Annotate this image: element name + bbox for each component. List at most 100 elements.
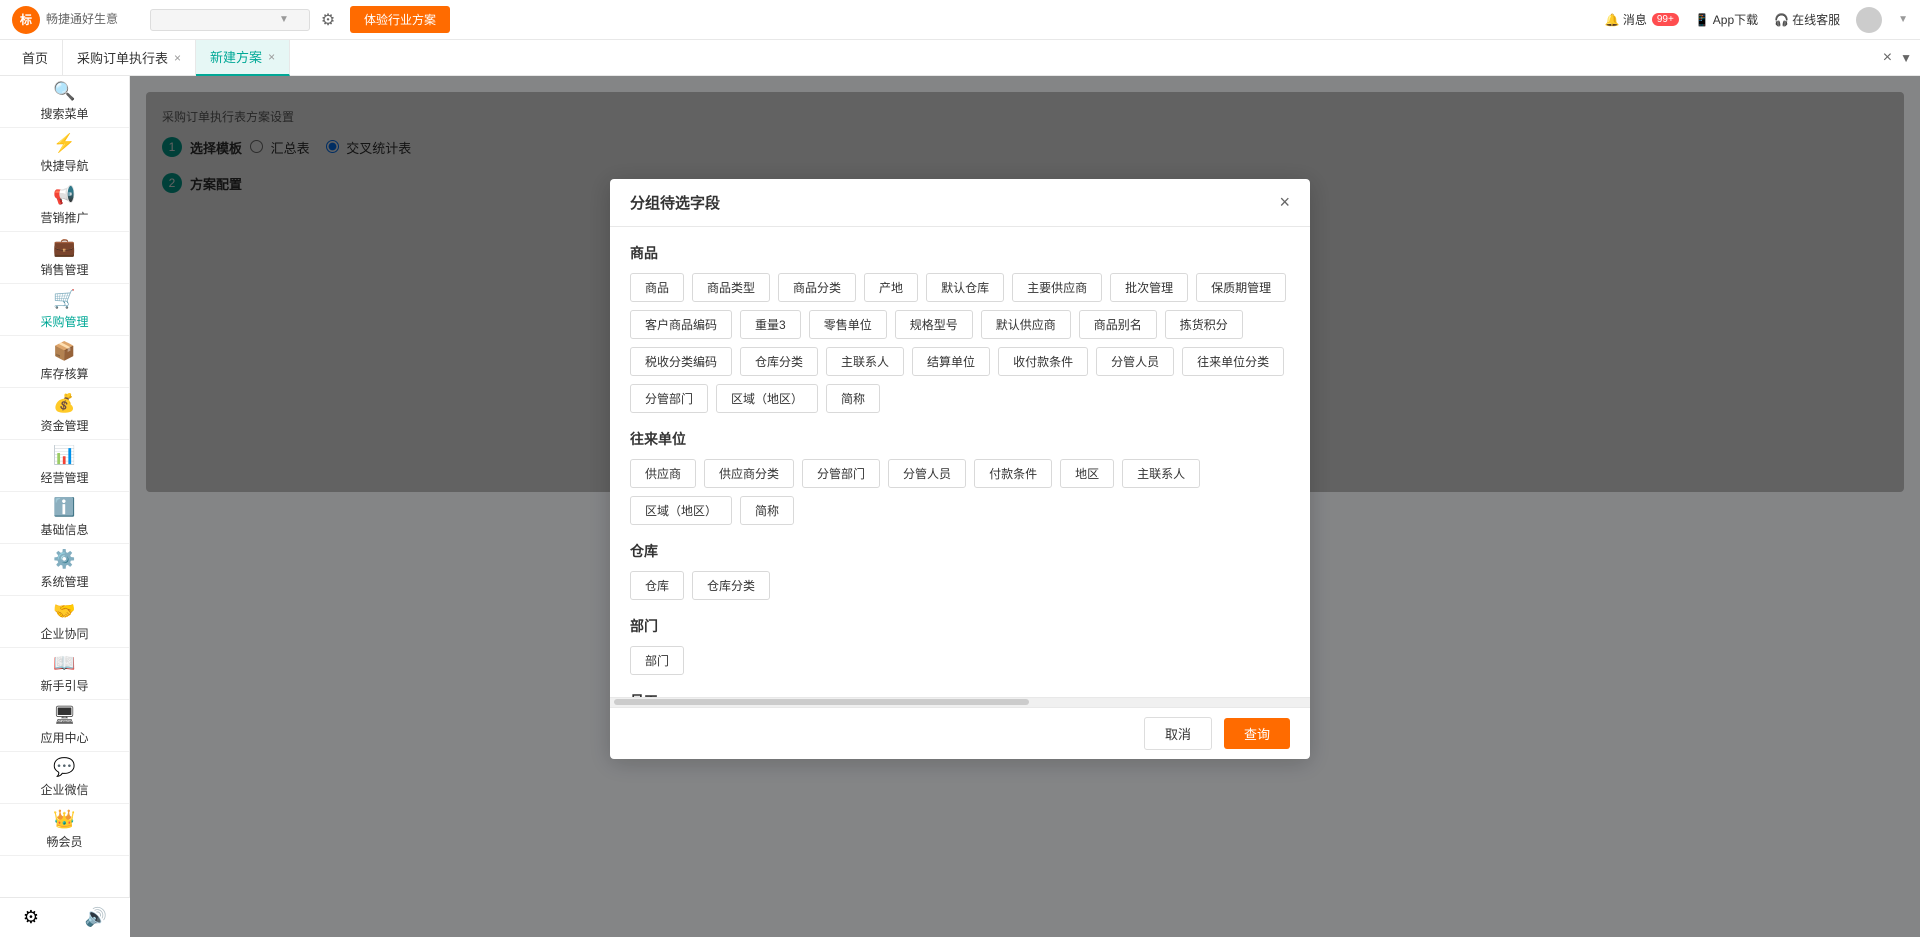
sidebar-item-finance-label: 资金管理: [40, 417, 88, 434]
tab-new-plan[interactable]: 新建方案 ×: [196, 40, 290, 76]
sidebar-item-wechat[interactable]: 💬 企业微信: [0, 752, 129, 804]
online-service-item[interactable]: 🎧 在线客服: [1774, 11, 1840, 28]
gear-icon: ⚙: [321, 10, 335, 30]
header-search-box[interactable]: ▼: [150, 9, 310, 31]
field-tag[interactable]: 拣货积分: [1165, 310, 1243, 339]
section-product-grid: 商品 商品类型 商品分类 产地 默认仓库 主要供应商 批次管理 保质期管理 客户…: [630, 273, 1290, 413]
field-tag[interactable]: 主联系人: [826, 347, 904, 376]
sidebar-item-purchase[interactable]: 🛒 采购管理: [0, 284, 129, 336]
field-tag[interactable]: 默认仓库: [926, 273, 1004, 302]
modal-close-button[interactable]: ×: [1279, 192, 1290, 213]
field-tag[interactable]: 区域（地区）: [716, 384, 818, 413]
field-tag[interactable]: 主联系人: [1122, 459, 1200, 488]
field-tag[interactable]: 供应商: [630, 459, 696, 488]
tab-home[interactable]: 首页: [8, 40, 63, 76]
sidebar-item-sales[interactable]: 💼 销售管理: [0, 232, 129, 284]
field-tag[interactable]: 部门: [630, 646, 684, 675]
field-tag[interactable]: 付款条件: [974, 459, 1052, 488]
chevron-down-icon-2: ▼: [1898, 14, 1908, 25]
sidebar-item-finance[interactable]: 💰 资金管理: [0, 388, 129, 440]
gear-button[interactable]: ⚙: [314, 6, 342, 34]
field-tag[interactable]: 分管部门: [802, 459, 880, 488]
sidebar-item-operations-label: 经营管理: [40, 469, 88, 486]
field-tag[interactable]: 零售单位: [809, 310, 887, 339]
sidebar-item-inventory[interactable]: 📦 库存核算: [0, 336, 129, 388]
audio-icon: 🔊: [85, 907, 107, 927]
app-download-item[interactable]: 📱 App下载: [1695, 11, 1758, 28]
tab-purchase-list-close[interactable]: ×: [174, 51, 181, 65]
field-tag[interactable]: 往来单位分类: [1182, 347, 1284, 376]
section-department-title: 部门: [630, 616, 1290, 636]
sidebar-item-operations[interactable]: 📊 经营管理: [0, 440, 129, 492]
field-tag[interactable]: 分管人员: [888, 459, 966, 488]
sidebar-item-quicknav[interactable]: ⚡ 快捷导航: [0, 128, 129, 180]
field-tag[interactable]: 重量3: [740, 310, 801, 339]
sidebar-item-system[interactable]: ⚙️ 系统管理: [0, 544, 129, 596]
desktop-icon: 🖥: [53, 705, 76, 726]
field-tag[interactable]: 收付款条件: [998, 347, 1088, 376]
notification-item[interactable]: 🔔 消息 99+: [1605, 11, 1679, 28]
sidebar-item-sales-label: 销售管理: [40, 261, 88, 278]
field-tag[interactable]: 批次管理: [1110, 273, 1188, 302]
sidebar-item-search-label: 搜索菜单: [40, 105, 88, 122]
modal-horizontal-scrollbar[interactable]: [610, 697, 1310, 707]
field-tag[interactable]: 主要供应商: [1012, 273, 1102, 302]
field-tag[interactable]: 规格型号: [895, 310, 973, 339]
confirm-button[interactable]: 查询: [1224, 718, 1290, 749]
wechat-icon: 💬: [53, 757, 75, 778]
field-tag[interactable]: 仓库分类: [692, 571, 770, 600]
sidebar-item-collab[interactable]: 🤝 企业协同: [0, 596, 129, 648]
section-product: 商品 商品 商品类型 商品分类 产地 默认仓库 主要供应商 批次管理 保质期管理…: [630, 243, 1290, 413]
tab-bar-right: × ▼: [1883, 49, 1920, 67]
online-service-label: 在线客服: [1792, 11, 1840, 28]
field-tag[interactable]: 简称: [740, 496, 794, 525]
section-warehouse: 仓库 仓库 仓库分类: [630, 541, 1290, 600]
field-tag[interactable]: 仓库: [630, 571, 684, 600]
chevron-down-icon-3[interactable]: ▼: [1900, 51, 1912, 65]
field-tag[interactable]: 供应商分类: [704, 459, 794, 488]
field-tag[interactable]: 税收分类编码: [630, 347, 732, 376]
field-tag[interactable]: 分管部门: [630, 384, 708, 413]
top-header: 标 畅捷通好生意 ▼ ⚙ 体验行业方案 🔔 消息 99+ 📱 App下载 🎧 在…: [0, 0, 1920, 40]
sidebar: 🔍 搜索菜单 ⚡ 快捷导航 📢 营销推广 💼 销售管理 🛒 采购管理 📦 库存核…: [0, 76, 130, 937]
bottom-audio-button[interactable]: 🔊: [85, 907, 107, 928]
field-tag[interactable]: 仓库分类: [740, 347, 818, 376]
modal-header: 分组待选字段 ×: [610, 179, 1310, 227]
field-tag[interactable]: 产地: [864, 273, 918, 302]
field-tag[interactable]: 分管人员: [1096, 347, 1174, 376]
cancel-button[interactable]: 取消: [1144, 717, 1212, 750]
field-tag[interactable]: 商品分类: [778, 273, 856, 302]
field-tag[interactable]: 结算单位: [912, 347, 990, 376]
sidebar-item-system-label: 系统管理: [40, 573, 88, 590]
scrollbar-thumb: [614, 699, 1029, 705]
header-right: 🔔 消息 99+ 📱 App下载 🎧 在线客服 ▼: [1605, 7, 1908, 33]
field-tag[interactable]: 商品: [630, 273, 684, 302]
sidebar-item-member[interactable]: 👑 畅会员: [0, 804, 129, 856]
sidebar-item-basicinfo[interactable]: ℹ️ 基础信息: [0, 492, 129, 544]
sidebar-item-search[interactable]: 🔍 搜索菜单: [0, 76, 129, 128]
main-layout: 🔍 搜索菜单 ⚡ 快捷导航 📢 营销推广 💼 销售管理 🛒 采购管理 📦 库存核…: [0, 76, 1920, 937]
field-tag[interactable]: 简称: [826, 384, 880, 413]
field-tag[interactable]: 商品别名: [1079, 310, 1157, 339]
search-input[interactable]: [159, 13, 279, 27]
tab-purchase-list[interactable]: 采购订单执行表 ×: [63, 40, 196, 76]
trial-button[interactable]: 体验行业方案: [350, 6, 450, 33]
sidebar-item-apps[interactable]: 🖥 应用中心: [0, 700, 129, 752]
close-all-icon[interactable]: ×: [1883, 49, 1892, 67]
field-tag[interactable]: 保质期管理: [1196, 273, 1286, 302]
notification-label: 消息: [1623, 11, 1647, 28]
sidebar-item-collab-label: 企业协同: [40, 625, 88, 642]
section-partner: 往来单位 供应商 供应商分类 分管部门 分管人员 付款条件 地区 主联系人 区域…: [630, 429, 1290, 525]
bottom-settings-button[interactable]: ⚙: [23, 907, 39, 928]
sidebar-item-apps-label: 应用中心: [40, 729, 88, 746]
sidebar-item-marketing[interactable]: 📢 营销推广: [0, 180, 129, 232]
field-tag[interactable]: 默认供应商: [981, 310, 1071, 339]
field-tag[interactable]: 客户商品编码: [630, 310, 732, 339]
tab-new-plan-close[interactable]: ×: [268, 50, 275, 64]
field-tag[interactable]: 地区: [1060, 459, 1114, 488]
sidebar-item-guide[interactable]: 📖 新手引导: [0, 648, 129, 700]
field-tag[interactable]: 商品类型: [692, 273, 770, 302]
avatar[interactable]: [1856, 7, 1882, 33]
field-tag[interactable]: 区域（地区）: [630, 496, 732, 525]
megaphone-icon: 📢: [53, 185, 75, 206]
